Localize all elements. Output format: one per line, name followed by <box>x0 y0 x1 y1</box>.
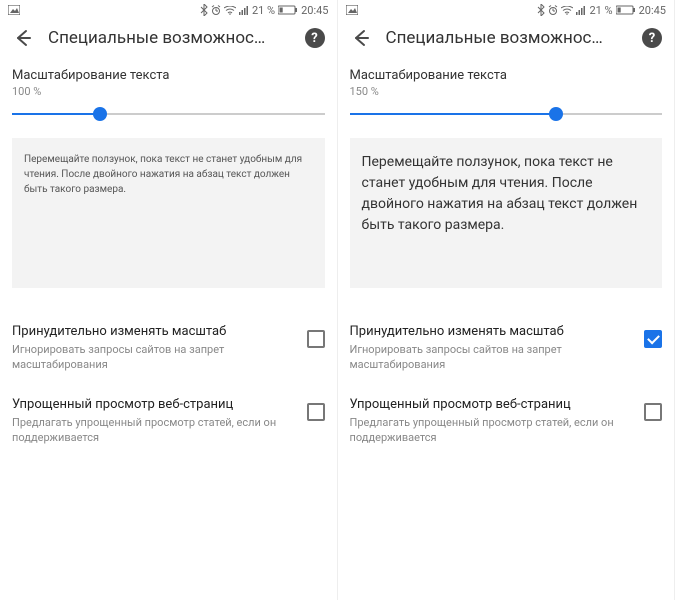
force-zoom-sub: Игнорировать запросы сайтов на запрет ма… <box>350 342 635 373</box>
simple-view-setting[interactable]: Упрощенный просмотр веб-страниц Предлага… <box>12 385 325 458</box>
picture-icon <box>8 5 20 15</box>
statusbar: 21 % 20:45 <box>0 0 337 20</box>
force-zoom-checkbox[interactable] <box>644 330 662 348</box>
simple-view-title: Упрощенный просмотр веб-страниц <box>350 397 635 412</box>
text-scaling-slider[interactable] <box>350 104 663 124</box>
signal-icon <box>576 6 586 15</box>
simple-view-title: Упрощенный просмотр веб-страниц <box>12 397 297 412</box>
back-icon[interactable] <box>350 28 370 48</box>
battery-percent: 21 % <box>589 4 612 17</box>
simple-view-checkbox[interactable] <box>644 403 662 421</box>
force-zoom-sub: Игнорировать запросы сайтов на запрет ма… <box>12 342 297 373</box>
bluetooth-icon <box>537 4 545 16</box>
preview-text: Перемещайте ползунок, пока текст не стан… <box>12 138 325 288</box>
signal-icon <box>239 6 249 15</box>
help-icon[interactable]: ? <box>642 28 662 48</box>
battery-icon <box>616 5 636 15</box>
panel-left: 21 % 20:45 Специальные возможнос… ? Масш… <box>0 0 338 600</box>
alarm-icon <box>548 5 558 15</box>
page-title: Специальные возможнос… <box>48 28 289 48</box>
wifi-icon <box>561 6 573 15</box>
panel-right: 21 % 20:45 Специальные возможнос… ? Масш… <box>338 0 675 600</box>
help-icon[interactable]: ? <box>305 28 325 48</box>
picture-icon <box>346 5 358 15</box>
wifi-icon <box>224 6 236 15</box>
simple-view-checkbox[interactable] <box>307 403 325 421</box>
force-zoom-title: Принудительно изменять масштаб <box>12 324 297 339</box>
clock: 20:45 <box>301 4 328 17</box>
simple-view-sub: Предлагать упрощенный просмотр статей, е… <box>350 415 635 446</box>
text-scaling-percent: 150 % <box>350 85 663 98</box>
text-scaling-label: Масштабирование текста <box>350 68 663 83</box>
statusbar: 21 % 20:45 <box>338 0 675 20</box>
content: Масштабирование текста 150 % Перемещайте… <box>338 56 675 470</box>
alarm-icon <box>211 5 221 15</box>
force-zoom-setting[interactable]: Принудительно изменять масштаб Игнориров… <box>12 312 325 385</box>
appbar: Специальные возможнос… ? <box>0 20 337 56</box>
text-scaling-label: Масштабирование текста <box>12 68 325 83</box>
force-zoom-checkbox[interactable] <box>307 330 325 348</box>
simple-view-setting[interactable]: Упрощенный просмотр веб-страниц Предлага… <box>350 385 663 458</box>
appbar: Специальные возможнос… ? <box>338 20 675 56</box>
clock: 20:45 <box>639 4 666 17</box>
bluetooth-icon <box>200 4 208 16</box>
battery-icon <box>278 5 298 15</box>
battery-percent: 21 % <box>252 4 275 17</box>
force-zoom-title: Принудительно изменять масштаб <box>350 324 635 339</box>
text-scaling-percent: 100 % <box>12 85 325 98</box>
back-icon[interactable] <box>12 28 32 48</box>
preview-text: Перемещайте ползунок, пока текст не стан… <box>350 138 663 288</box>
force-zoom-setting[interactable]: Принудительно изменять масштаб Игнориров… <box>350 312 663 385</box>
page-title: Специальные возможнос… <box>386 28 627 48</box>
text-scaling-slider[interactable] <box>12 104 325 124</box>
simple-view-sub: Предлагать упрощенный просмотр статей, е… <box>12 415 297 446</box>
content: Масштабирование текста 100 % Перемещайте… <box>0 56 337 470</box>
